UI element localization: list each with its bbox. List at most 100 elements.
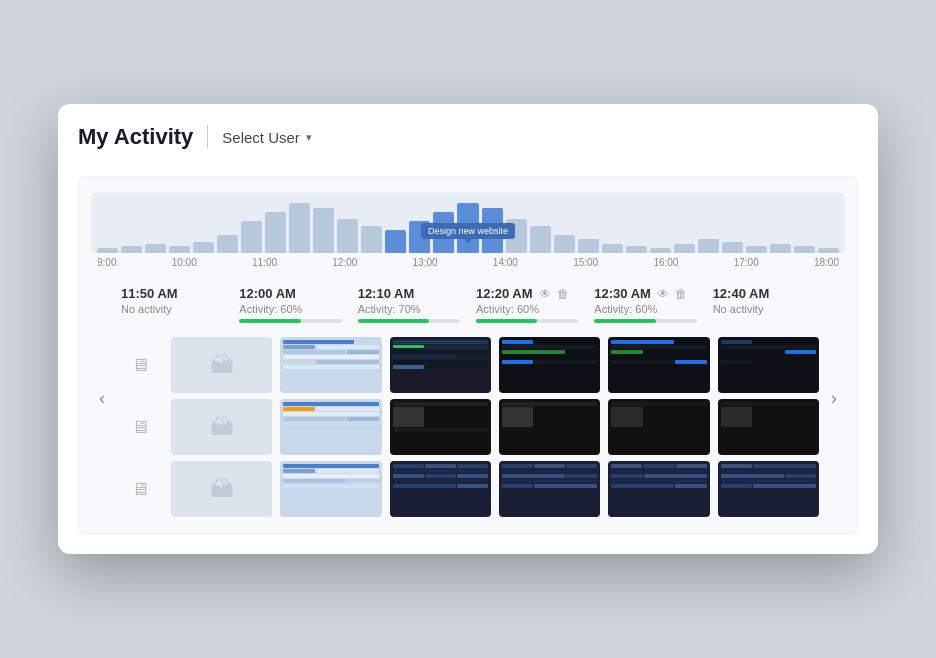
screenshot-empty-0-2[interactable]: 🏔 [171,461,272,517]
screen-preview [499,337,600,393]
screen-cell [643,464,674,468]
screen-preview [280,399,381,455]
screen-cell [502,479,597,483]
screen-row [611,484,706,488]
screenshot-thumb-2-0[interactable] [390,337,491,393]
chart-bar [241,221,262,253]
screen-row [502,474,597,478]
screen-cell [283,402,378,406]
screen-cell [502,402,597,406]
screen-row [502,469,597,473]
screen-row [393,365,488,369]
screenshot-empty-0-1[interactable]: 🏔 [171,399,272,455]
chart-bar [794,246,815,253]
chart-bar [433,212,454,253]
screen-row [393,484,488,488]
screenshot-thumb-1-2[interactable] [280,461,381,517]
screen-row [283,412,378,416]
screenshot-thumb-5-1[interactable] [718,399,819,455]
screen-cell [611,402,706,406]
screen-cell [611,360,674,364]
chart-bar [193,242,214,253]
screen-row [721,479,816,483]
screen-cell [721,360,752,364]
screenshot-thumb-5-0[interactable] [718,337,819,393]
screen-cell [316,360,379,364]
header-divider [207,125,208,149]
screenshot-thumb-2-2[interactable] [390,461,491,517]
time-label: 16:00 [653,257,678,268]
screen-row [393,469,488,473]
screen-row [611,355,706,359]
screenshot-thumb-1-1[interactable] [280,399,381,455]
chart-bar [674,244,695,253]
screen-row [611,474,706,478]
screenshot-thumb-3-0[interactable] [499,337,600,393]
screen-row [502,479,597,483]
monitor-icon-2: 🖥 [117,399,163,455]
screenshot-thumb-4-2[interactable] [608,461,709,517]
screen-cell [644,350,707,354]
screen-cell [502,469,597,473]
screenshot-thumb-4-1[interactable] [608,399,709,455]
screenshot-thumb-2-1[interactable] [390,399,491,455]
left-icons-col: 🖥 🖥 🖥 [113,337,167,517]
chart-bar [482,208,503,253]
screen-row [283,355,378,359]
time-label: 15:00 [573,257,598,268]
screen-preview [608,337,709,393]
screen-cell [393,479,488,483]
chart-bar [746,246,767,253]
screen-preview [608,399,709,455]
screen-row [502,402,597,406]
chart-bar [289,203,310,253]
chart-bar [530,226,551,253]
activity-bar-fill-1 [239,319,300,323]
screenshot-thumb-1-0[interactable] [280,337,381,393]
screen-cell [753,464,816,468]
screen-row [611,345,706,349]
screen-row [721,340,816,344]
chevron-right-icon: › [831,388,837,409]
chart-bar [650,248,671,253]
screen-cell [611,407,642,427]
photo-placeholder-icon: 🏔 [210,475,234,503]
screenshot-thumb-4-0[interactable] [608,337,709,393]
screen-row [283,407,378,411]
trash-button-4[interactable]: 🗑 [675,287,687,301]
eye-button-3[interactable]: 👁 [539,287,551,301]
screen-cell [283,365,378,369]
screen-row [393,345,488,349]
screen-row [283,417,378,421]
col-header-1: 12:00 AMActivity: 60% [231,280,349,329]
chart-bar [818,248,839,253]
screen-row [721,345,816,349]
col-time-0: 11:50 AM [121,286,223,301]
select-user-label: Select User [222,129,300,146]
screenshot-thumb-3-2[interactable] [499,461,600,517]
timeline-chart[interactable]: Design new website [91,193,845,253]
col-header-0: 11:50 AMNo activity [113,280,231,329]
screen-row [502,484,597,488]
next-nav-button[interactable]: › [823,280,845,517]
screen-cell [393,402,488,406]
col-time-5: 12:40 AM [713,286,815,301]
eye-button-4[interactable]: 👁 [657,287,669,301]
screen-row [283,484,378,488]
screen-cell [675,340,706,344]
screen-cell [502,350,565,354]
chevron-down-icon: ▾ [306,131,312,144]
trash-button-3[interactable]: 🗑 [557,287,569,301]
screenshot-thumb-3-1[interactable] [499,399,600,455]
screen-row [283,350,378,354]
screen-preview [390,399,491,455]
prev-nav-button[interactable]: ‹ [91,280,113,517]
screen-cell [566,474,597,478]
screenshot-empty-0-0[interactable]: 🏔 [171,337,272,393]
screen-cell [534,464,565,468]
screen-row [502,350,597,354]
screenshot-thumb-5-2[interactable] [718,461,819,517]
screen-cell [283,474,378,478]
select-user-button[interactable]: Select User ▾ [222,129,312,146]
screen-cell [753,340,816,344]
